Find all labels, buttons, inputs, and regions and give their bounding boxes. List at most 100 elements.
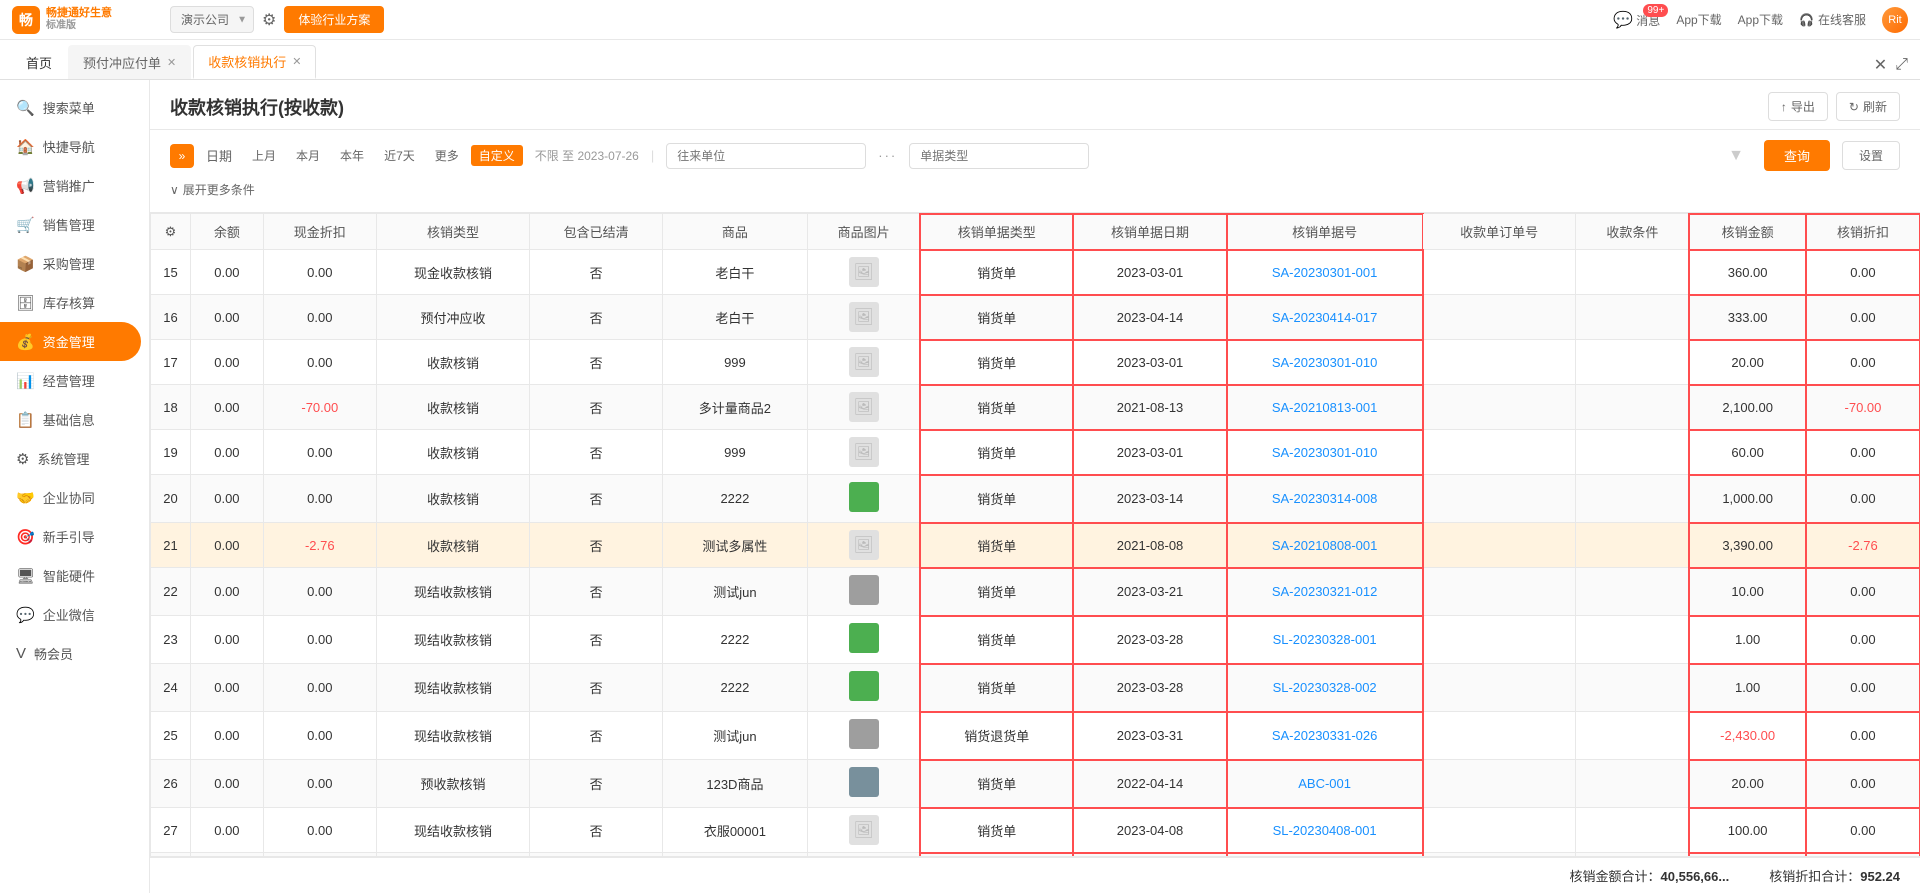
row-writeoff-type: 现结收款核销 — [376, 712, 529, 760]
row-writeoff-bill-type: 销货单 — [920, 385, 1073, 430]
row-writeoff-bill-no[interactable]: SA-20230314-008 — [1227, 475, 1423, 523]
row-writeoff-type: 收款核销 — [376, 385, 529, 430]
date-more[interactable]: 更多 — [427, 145, 467, 166]
date-custom-button[interactable]: 自定义 — [471, 145, 523, 166]
row-receipt-order-no — [1423, 808, 1576, 853]
row-writeoff-type: 收款核销 — [376, 430, 529, 475]
app-download-text[interactable]: App下载 — [1738, 11, 1783, 28]
refresh-button[interactable]: ↻ 刷新 — [1836, 92, 1900, 121]
marketing-icon: 📢 — [16, 177, 35, 195]
row-writeoff-bill-no[interactable]: SA-20230301-010 — [1227, 430, 1423, 475]
date-last-month[interactable]: 上月 — [244, 145, 284, 166]
tab-actions: ✕ ⤢ — [1874, 55, 1908, 79]
sidebar-item-purchase[interactable]: 📦 采购管理 — [0, 244, 149, 283]
row-goods-image — [807, 664, 920, 712]
row-receipt-order-no — [1423, 616, 1576, 664]
settings-button[interactable]: 设置 — [1842, 141, 1900, 170]
date-shortcuts: 上月 本月 本年 近7天 更多 自定义 — [244, 145, 523, 166]
bill-type-input[interactable] — [909, 143, 1089, 169]
tab-writeoff[interactable]: 收款核销执行 ✕ — [193, 45, 316, 79]
solution-button[interactable]: 体验行业方案 — [284, 6, 384, 33]
filter-collapse-button[interactable]: » — [170, 144, 194, 168]
sidebar-item-quicknav[interactable]: 🏠 快捷导航 — [0, 127, 149, 166]
row-balance: 0.00 — [191, 523, 264, 568]
row-receipt-condition — [1576, 430, 1689, 475]
row-writeoff-bill-no[interactable]: SA-20230414-017 — [1227, 295, 1423, 340]
row-writeoff-amount: 100.00 — [1689, 808, 1807, 853]
export-button[interactable]: ↑ 导出 — [1768, 92, 1828, 121]
app-download-link[interactable]: App下载 — [1676, 11, 1721, 28]
row-writeoff-bill-no[interactable]: SA-20230301-010 — [1227, 340, 1423, 385]
close-prepay-tab[interactable]: ✕ — [167, 56, 176, 69]
row-include-settled: 否 — [530, 340, 663, 385]
sidebar-item-wechat[interactable]: 💬 企业微信 — [0, 595, 149, 634]
row-writeoff-bill-date: 2023-03-28 — [1073, 664, 1226, 712]
row-receipt-order-no — [1423, 385, 1576, 430]
sidebar-item-guide[interactable]: 🎯 新手引导 — [0, 517, 149, 556]
date-this-month[interactable]: 本月 — [288, 145, 328, 166]
maximize-tab-button[interactable]: ⤢ — [1895, 56, 1908, 74]
row-receipt-condition — [1576, 760, 1689, 808]
row-goods: 测试jun — [663, 568, 807, 616]
sidebar-item-hardware[interactable]: 🖥 智能硬件 — [0, 556, 149, 595]
table-row: 16 0.00 0.00 预付冲应收 否 老白干 🖼 销货单 2023-04-1… — [151, 295, 1920, 340]
col-settings[interactable]: ⚙ — [151, 214, 191, 250]
row-writeoff-bill-no[interactable]: SA-20230301-001 — [1227, 250, 1423, 295]
row-writeoff-amount: 3,390.00 — [1689, 523, 1807, 568]
row-goods-image: 🖼 — [807, 385, 920, 430]
notification-area[interactable]: 💬 消息 99+ — [1613, 10, 1660, 30]
close-tab-button[interactable]: ✕ — [1874, 55, 1887, 75]
online-service[interactable]: 🎧 在线客服 — [1799, 11, 1866, 28]
sidebar-item-inventory[interactable]: 🗄 库存核算 — [0, 283, 149, 322]
row-writeoff-bill-no[interactable]: SA-20210813-001 — [1227, 385, 1423, 430]
close-writeoff-tab[interactable]: ✕ — [292, 55, 301, 68]
query-button[interactable]: 查询 — [1764, 140, 1830, 171]
row-balance: 0.00 — [191, 475, 264, 523]
row-writeoff-amount: 333.00 — [1689, 295, 1807, 340]
row-writeoff-amount: -2,430.00 — [1689, 712, 1807, 760]
row-cash-discount: -2.76 — [263, 523, 376, 568]
row-writeoff-bill-no[interactable]: SL-20230328-002 — [1227, 664, 1423, 712]
row-goods-image: 🖼 — [807, 523, 920, 568]
row-balance: 0.00 — [191, 664, 264, 712]
row-writeoff-bill-no[interactable]: SA-20230321-012 — [1227, 568, 1423, 616]
logo-area: 畅 畅捷通好生意 标准版 — [12, 6, 162, 34]
row-writeoff-bill-no[interactable]: SA-20230331-026 — [1227, 712, 1423, 760]
tab-home[interactable]: 首页 — [12, 45, 66, 79]
row-writeoff-bill-type: 销货退货单 — [920, 712, 1073, 760]
expand-more-button[interactable]: ∨ 展开更多条件 — [170, 177, 1900, 202]
date-this-year[interactable]: 本年 — [332, 145, 372, 166]
row-writeoff-bill-no[interactable]: SL-20230328-001 — [1227, 616, 1423, 664]
sidebar-item-search[interactable]: 🔍 搜索菜单 — [0, 88, 149, 127]
sidebar-item-sales[interactable]: 🛒 销售管理 — [0, 205, 149, 244]
sidebar-item-system[interactable]: ⚙ 系统管理 — [0, 439, 149, 478]
gear-button[interactable]: ⚙ — [262, 10, 276, 30]
sidebar-item-operation[interactable]: 📊 经营管理 — [0, 361, 149, 400]
sidebar-item-finance[interactable]: 💰 资金管理 — [0, 322, 141, 361]
row-writeoff-bill-no[interactable]: SL-20230408-001 — [1227, 808, 1423, 853]
table-row: 20 0.00 0.00 收款核销 否 2222 销货单 2023-03-14 … — [151, 475, 1920, 523]
row-goods-image: 🖼 — [807, 250, 920, 295]
row-writeoff-bill-date: 2021-08-13 — [1073, 385, 1226, 430]
row-goods: 2222 — [663, 475, 807, 523]
partner-input[interactable] — [666, 143, 866, 169]
sidebar-item-member[interactable]: V 畅会员 — [0, 634, 149, 673]
sidebar-item-enterprise[interactable]: 🤝 企业协同 — [0, 478, 149, 517]
date-7days[interactable]: 近7天 — [376, 145, 423, 166]
row-num: 16 — [151, 295, 191, 340]
wechat-icon: 💬 — [16, 606, 35, 624]
user-avatar[interactable]: Rit — [1882, 7, 1908, 33]
sidebar-item-basic[interactable]: 📋 基础信息 — [0, 400, 149, 439]
company-selector[interactable]: 演示公司 ▼ — [170, 6, 254, 33]
row-num: 23 — [151, 616, 191, 664]
sidebar-item-marketing[interactable]: 📢 营销推广 — [0, 166, 149, 205]
row-include-settled: 否 — [530, 712, 663, 760]
row-include-settled: 否 — [530, 616, 663, 664]
row-balance: 0.00 — [191, 568, 264, 616]
tab-prepay[interactable]: 预付冲应付单 ✕ — [68, 45, 191, 79]
table-row: 26 0.00 0.00 预收款核销 否 123D商品 销货单 2022-04-… — [151, 760, 1920, 808]
footer-totals: 核销金额合计：40,556,66... 核销折扣合计：952.24 — [1570, 866, 1900, 885]
row-writeoff-bill-no[interactable]: SA-20210808-001 — [1227, 523, 1423, 568]
table-scroll[interactable]: ⚙ 余额 现金折扣 核销类型 包含已结清 商品 商品图片 核销单据类型 核销单据… — [150, 213, 1920, 856]
row-writeoff-bill-no[interactable]: ABC-001 — [1227, 760, 1423, 808]
